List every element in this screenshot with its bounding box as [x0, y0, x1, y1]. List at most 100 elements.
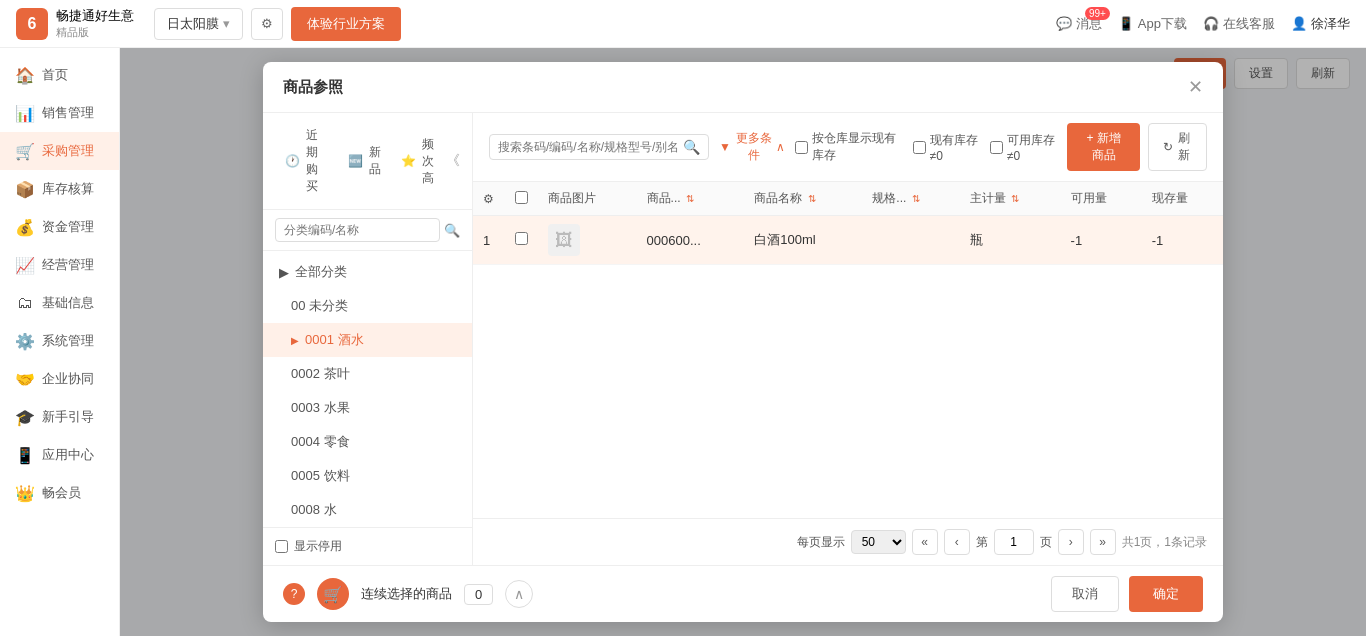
page-label: 第 — [976, 534, 988, 551]
sort-spec-icon[interactable]: ⇅ — [912, 193, 920, 204]
app-label: App下载 — [1138, 15, 1187, 33]
category-all[interactable]: ▶ 全部分类 — [263, 255, 472, 289]
more-filters-button[interactable]: ▼ 更多条件 ∧ — [719, 130, 785, 164]
category-uncategorized[interactable]: 00 未分类 — [263, 289, 472, 323]
select-all-checkbox[interactable] — [515, 191, 528, 204]
sidebar-item-collab[interactable]: 🤝 企业协同 — [0, 360, 119, 398]
available-stock-checkbox[interactable] — [990, 141, 1003, 154]
row-available: -1 — [1061, 216, 1142, 265]
finance-icon: 💰 — [16, 218, 34, 236]
show-disabled-checkbox[interactable] — [275, 540, 288, 553]
existing-stock-label: 现有库存≠0 — [930, 132, 980, 163]
sidebar-item-inventory[interactable]: 📦 库存核算 — [0, 170, 119, 208]
sidebar-label-operations: 经营管理 — [42, 256, 94, 274]
prev-page-button[interactable]: ‹ — [944, 529, 970, 555]
app-download-button[interactable]: 📱 App下载 — [1118, 15, 1187, 33]
sidebar-item-guide[interactable]: 🎓 新手引导 — [0, 398, 119, 436]
category-uncategorized-label: 00 未分类 — [291, 297, 348, 315]
recent-purchase-label: 近期购买 — [306, 127, 328, 195]
toolbar-actions: + 新增商品 ↻ 刷新 — [1067, 123, 1207, 171]
col-unit: 主计量 ⇅ — [960, 182, 1061, 216]
recent-purchase-tab[interactable]: 🕐 近期购买 — [275, 121, 338, 201]
sort-unit-icon[interactable]: ⇅ — [1011, 193, 1019, 204]
refresh-button[interactable]: ↻ 刷新 — [1148, 123, 1207, 171]
category-search-input[interactable] — [275, 218, 440, 242]
category-water[interactable]: 0008 水 — [263, 493, 472, 527]
product-thumbnail: 🖼 — [548, 224, 580, 256]
first-page-button[interactable]: « — [912, 529, 938, 555]
question-icon: ? — [291, 587, 298, 601]
row-select-checkbox[interactable] — [515, 232, 528, 245]
available-stock-filter[interactable]: 可用库存≠0 — [990, 132, 1057, 163]
branch-selector[interactable]: 日太阳膜 ▾ — [154, 8, 243, 40]
table-row[interactable]: 1 🖼 000600... 白酒100ml — [473, 216, 1223, 265]
purchase-icon: 🛒 — [16, 142, 34, 160]
row-image: 🖼 — [538, 216, 637, 265]
sort-name-icon[interactable]: ⇅ — [808, 193, 816, 204]
message-button[interactable]: 💬 消息 99+ — [1056, 15, 1102, 33]
user-profile-button[interactable]: 👤 徐泽华 — [1291, 15, 1350, 33]
collapse-icon: ∧ — [514, 586, 524, 602]
branch-name: 日太阳膜 — [167, 15, 219, 33]
col-spec: 规格... ⇅ — [862, 182, 960, 216]
topbar-right: 💬 消息 99+ 📱 App下载 🎧 在线客服 👤 徐泽华 — [1056, 15, 1350, 33]
warehouse-stock-filter[interactable]: 按仓库显示现有库存 — [795, 130, 903, 164]
add-product-button[interactable]: + 新增商品 — [1067, 123, 1140, 171]
confirm-button[interactable]: 确定 — [1129, 576, 1203, 612]
category-fruit[interactable]: 0003 水果 — [263, 391, 472, 425]
warehouse-stock-checkbox[interactable] — [795, 141, 808, 154]
customer-service-button[interactable]: 🎧 在线客服 — [1203, 15, 1275, 33]
sidebar-item-system[interactable]: ⚙️ 系统管理 — [0, 322, 119, 360]
chevron-down-icon: ▾ — [223, 16, 230, 31]
sidebar-item-member[interactable]: 👑 畅会员 — [0, 474, 119, 512]
filter-up-arrow: ∧ — [776, 140, 785, 154]
refresh-icon: ↻ — [1163, 140, 1173, 154]
new-products-tab[interactable]: 🆕 新品 — [338, 138, 391, 184]
member-icon: 👑 — [16, 484, 34, 502]
settings-button[interactable]: ⚙ — [251, 8, 283, 40]
sidebar-item-apps[interactable]: 📱 应用中心 — [0, 436, 119, 474]
last-page-button[interactable]: » — [1090, 529, 1116, 555]
category-tea[interactable]: 0002 茶叶 — [263, 357, 472, 391]
sidebar-item-sales[interactable]: 📊 销售管理 — [0, 94, 119, 132]
sort-code-icon[interactable]: ⇅ — [686, 193, 694, 204]
product-search-input[interactable] — [498, 140, 679, 154]
sidebar-item-operations[interactable]: 📈 经营管理 — [0, 246, 119, 284]
continuous-selection-label: 连续选择的商品 — [361, 585, 452, 603]
page-number-input[interactable] — [994, 529, 1034, 555]
col-available: 可用量 — [1061, 182, 1142, 216]
sidebar-item-basic-info[interactable]: 🗂 基础信息 — [0, 284, 119, 322]
category-liquor-label: 0001 酒水 — [305, 331, 364, 349]
sidebar-item-home[interactable]: 🏠 首页 — [0, 56, 119, 94]
category-search-icon[interactable]: 🔍 — [444, 223, 460, 238]
system-icon: ⚙️ — [16, 332, 34, 350]
product-search-icon[interactable]: 🔍 — [683, 139, 700, 155]
footer-collapse-button[interactable]: ∧ — [505, 580, 533, 608]
frequent-tab[interactable]: ⭐ 频次高 — [391, 130, 446, 193]
modal-body: 🕐 近期购买 🆕 新品 ⭐ 频次高 《 — [263, 113, 1223, 565]
sidebar-item-purchase[interactable]: 🛒 采购管理 — [0, 132, 119, 170]
cancel-button[interactable]: 取消 — [1051, 576, 1119, 612]
sidebar-label-purchase: 采购管理 — [42, 142, 94, 160]
product-table: ⚙ 商品图片 商品... ⇅ 商品名称 — [473, 182, 1223, 265]
trial-button[interactable]: 体验行业方案 — [291, 7, 401, 41]
existing-stock-filter[interactable]: 现有库存≠0 — [913, 132, 980, 163]
sidebar-item-finance[interactable]: 💰 资金管理 — [0, 208, 119, 246]
sidebar-label-collab: 企业协同 — [42, 370, 94, 388]
modal-footer: ? 🛒 连续选择的商品 0 ∧ 取消 确定 — [263, 565, 1223, 622]
next-page-button[interactable]: › — [1058, 529, 1084, 555]
existing-stock-checkbox[interactable] — [913, 141, 926, 154]
category-drinks[interactable]: 0005 饮料 — [263, 459, 472, 493]
category-snacks-label: 0004 零食 — [291, 433, 350, 451]
help-button[interactable]: ? — [283, 583, 305, 605]
panel-collapse-icon[interactable]: 《 — [446, 152, 460, 170]
category-liquor[interactable]: ▶ 0001 酒水 — [263, 323, 472, 357]
modal-header: 商品参照 ✕ — [263, 62, 1223, 113]
per-page-select[interactable]: 50 100 — [851, 530, 906, 554]
show-disabled-label: 显示停用 — [294, 538, 342, 555]
close-button[interactable]: ✕ — [1188, 76, 1203, 98]
cart-button[interactable]: 🛒 — [317, 578, 349, 610]
category-snacks[interactable]: 0004 零食 — [263, 425, 472, 459]
col-unit-label: 主计量 — [970, 191, 1006, 205]
table-header-row: ⚙ 商品图片 商品... ⇅ 商品名称 — [473, 182, 1223, 216]
